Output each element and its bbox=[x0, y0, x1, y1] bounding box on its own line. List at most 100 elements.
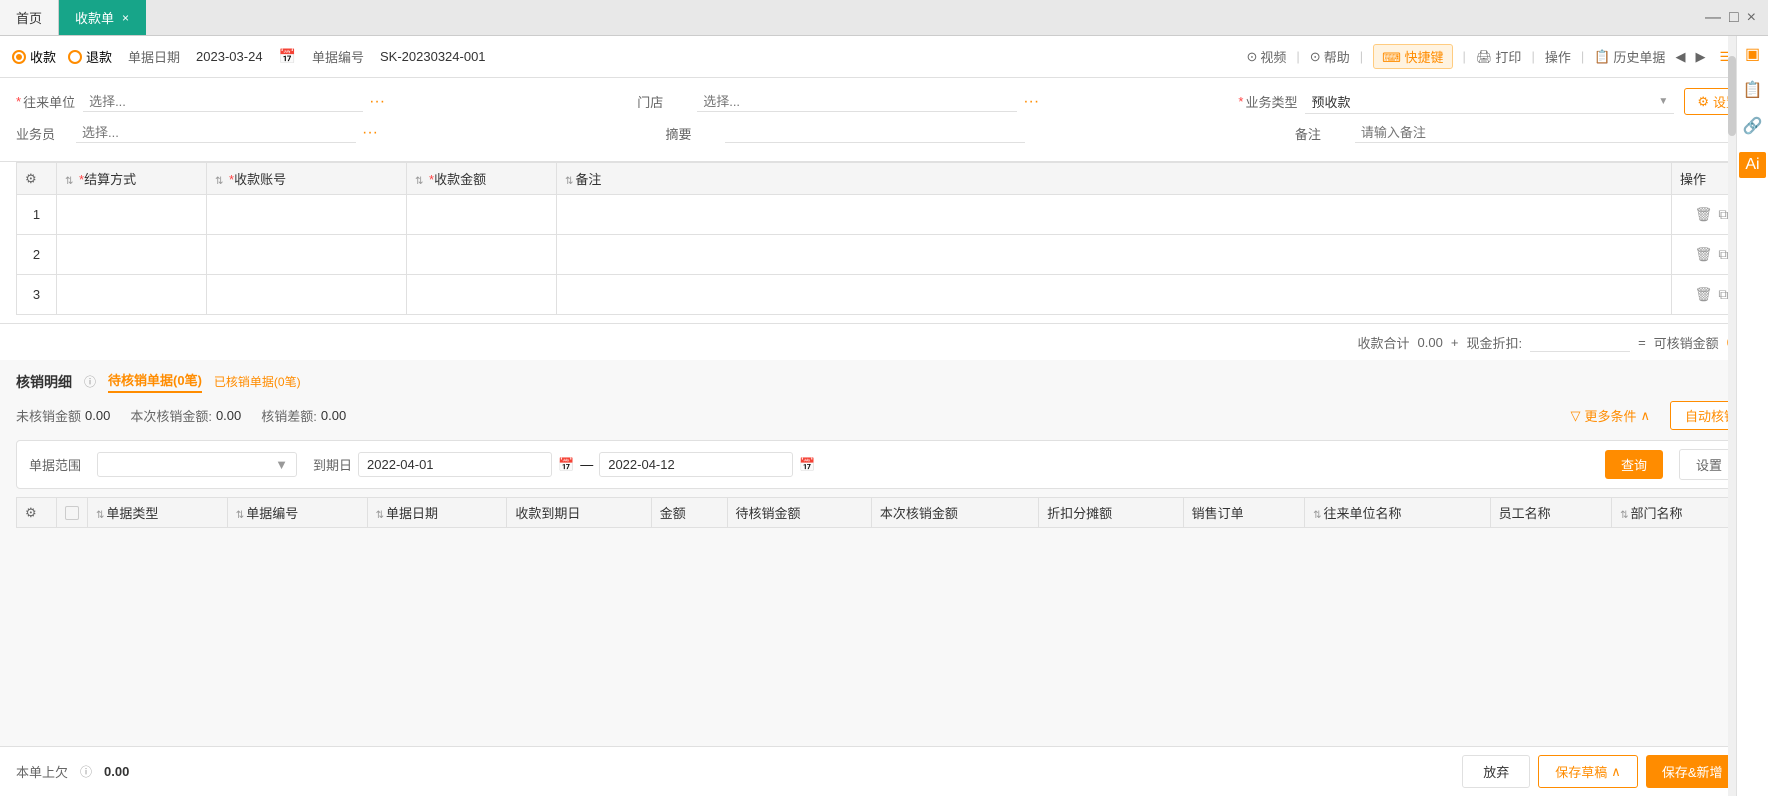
business-type-field: * 业务类型 预收款 ▼ bbox=[1238, 90, 1674, 114]
end-date-input[interactable] bbox=[599, 452, 793, 477]
table-gear-icon[interactable]: ⚙ bbox=[25, 171, 37, 186]
arrow-left-button[interactable]: ◀ bbox=[1675, 49, 1685, 65]
calendar-icon-2[interactable]: 📅 bbox=[799, 457, 815, 473]
top-toolbar: 收款 退款 单据日期 2023-03-24 📅 单据编号 SK-20230324… bbox=[0, 36, 1768, 78]
pending-tab[interactable]: 待核销单据(0笔) bbox=[108, 370, 202, 393]
receipt-radio[interactable]: 收款 bbox=[12, 47, 56, 66]
save-draft-button[interactable]: 保存草稿 ∧ bbox=[1538, 755, 1638, 788]
store-ellipsis[interactable]: ··· bbox=[1017, 93, 1045, 111]
bottom-gear-icon[interactable]: ⚙ bbox=[25, 505, 37, 520]
gear-col-bottom: ⚙ bbox=[17, 498, 57, 528]
video-icon: ⊙ bbox=[1246, 49, 1257, 65]
amount-cell-3[interactable] bbox=[407, 275, 557, 315]
amount-cell-1[interactable] bbox=[407, 195, 557, 235]
range-label: 单据范围 bbox=[29, 455, 81, 474]
sidebar-icon-1[interactable]: ▣ bbox=[1745, 44, 1760, 64]
remark-cell-3[interactable] bbox=[557, 275, 1672, 315]
current-value: 0.00 bbox=[216, 408, 241, 423]
chevron-down-icon: ▼ bbox=[1658, 96, 1668, 107]
settle-method-cell-2[interactable] bbox=[57, 235, 207, 275]
salesperson-ellipsis[interactable]: ··· bbox=[356, 124, 384, 142]
query-button[interactable]: 查询 bbox=[1605, 450, 1663, 479]
remark-cell-2[interactable] bbox=[557, 235, 1672, 275]
range-select[interactable]: ▼ bbox=[97, 452, 297, 477]
account-cell-2[interactable] bbox=[207, 235, 407, 275]
select-all-checkbox[interactable] bbox=[65, 506, 79, 520]
gear-icon: ⚙ bbox=[1697, 94, 1709, 110]
partner-label: 往来单位 bbox=[23, 92, 83, 111]
tab-home[interactable]: 首页 bbox=[0, 0, 59, 35]
business-type-label: 业务类型 bbox=[1245, 92, 1305, 111]
required-star-2: * bbox=[1238, 94, 1243, 109]
history-button[interactable]: 📋 历史单据 bbox=[1594, 47, 1665, 66]
salesperson-label: 业务员 bbox=[16, 124, 76, 143]
start-date-input[interactable] bbox=[358, 452, 552, 477]
maximize-button[interactable]: □ bbox=[1729, 9, 1739, 27]
toolbar-right: ⊙ 视频 | ⊙ 帮助 | ⌨ 快捷键 | 🖨 打印 | 操作 | bbox=[1246, 44, 1756, 69]
verify-section: 核销明细 ⓘ 待核销单据(0笔) 已核销单据(0笔) 未核销金额 0.00 本次… bbox=[0, 360, 1768, 746]
delete-icon-1[interactable]: 🗑 bbox=[1695, 206, 1713, 223]
summary-label: 摘要 bbox=[665, 124, 725, 143]
settle-method-cell-3[interactable] bbox=[57, 275, 207, 315]
sidebar-icon-2[interactable]: 📋 bbox=[1743, 80, 1763, 100]
calendar-icon-1[interactable]: 📅 bbox=[558, 457, 574, 473]
copy-icon-3[interactable]: ⧉ bbox=[1718, 286, 1728, 303]
verify-info-icon[interactable]: ⓘ bbox=[84, 373, 96, 390]
sidebar-icon-4[interactable]: Ai bbox=[1739, 152, 1765, 178]
abandon-button[interactable]: 放弃 bbox=[1462, 755, 1530, 788]
amount-col-b: 金额 bbox=[651, 498, 727, 528]
account-cell-3[interactable] bbox=[207, 275, 407, 315]
operation-button[interactable]: 操作 bbox=[1545, 47, 1571, 66]
discount-label: 现金折扣: bbox=[1466, 333, 1522, 352]
remark-cell-1[interactable] bbox=[557, 195, 1672, 235]
help-button[interactable]: ⊙ 帮助 bbox=[1310, 47, 1350, 66]
copy-icon-2[interactable]: ⧉ bbox=[1718, 246, 1728, 263]
pending-amount-col: 待核销金额 bbox=[727, 498, 871, 528]
window-close-button[interactable]: × bbox=[1747, 9, 1756, 27]
print-button[interactable]: 🖨 打印 bbox=[1476, 47, 1522, 66]
shortcut-button[interactable]: ⌨ 快捷键 bbox=[1373, 44, 1452, 69]
copy-icon-1[interactable]: ⧉ bbox=[1718, 206, 1728, 223]
equals-sign: = bbox=[1638, 335, 1646, 350]
refund-radio[interactable]: 退款 bbox=[68, 47, 112, 66]
plus-sign: + bbox=[1451, 335, 1459, 350]
row-num-1: 1 bbox=[17, 195, 57, 235]
calendar-icon[interactable]: 📅 bbox=[279, 48, 296, 65]
amount-cell-2[interactable] bbox=[407, 235, 557, 275]
remark-input[interactable] bbox=[1355, 123, 1752, 143]
done-tab[interactable]: 已核销单据(0笔) bbox=[214, 373, 301, 390]
number-label: 单据编号 bbox=[312, 47, 364, 66]
data-table: ⚙ ⇅ *结算方式 ⇅ *收款账号 ⇅ *收款金额 ⇅备 bbox=[16, 162, 1752, 315]
minimize-button[interactable]: — bbox=[1705, 9, 1721, 27]
partner-input[interactable] bbox=[83, 92, 363, 112]
unverified-stat: 未核销金额 0.00 bbox=[16, 406, 110, 425]
verify-title: 核销明细 bbox=[16, 372, 72, 392]
settle-method-cell-1[interactable] bbox=[57, 195, 207, 235]
delete-icon-2[interactable]: 🗑 bbox=[1695, 246, 1713, 263]
business-type-select[interactable]: 预收款 ▼ bbox=[1305, 90, 1674, 114]
discount-input[interactable] bbox=[1530, 332, 1630, 352]
current-label: 本次核销金额: bbox=[130, 406, 212, 425]
gear-col: ⚙ bbox=[17, 163, 57, 195]
chevron-up-icon: ∧ bbox=[1640, 408, 1650, 424]
partner-ellipsis[interactable]: ··· bbox=[363, 93, 391, 111]
video-button[interactable]: ⊙ 视频 bbox=[1246, 47, 1286, 66]
balance-info-icon[interactable]: ⓘ bbox=[80, 763, 92, 780]
history-icon: 📋 bbox=[1594, 49, 1610, 65]
dropdown-icon-1[interactable]: ∧ bbox=[1611, 764, 1621, 780]
more-filters-button[interactable]: ▽ 更多条件 ∧ bbox=[1570, 406, 1650, 425]
store-input[interactable] bbox=[697, 92, 1017, 112]
delete-icon-3[interactable]: 🗑 bbox=[1695, 286, 1713, 303]
arrow-right-button[interactable]: ▶ bbox=[1695, 49, 1705, 65]
sidebar-icon-3[interactable]: 🔗 bbox=[1743, 116, 1763, 136]
account-cell-1[interactable] bbox=[207, 195, 407, 235]
tab-receipt[interactable]: 收款单 × bbox=[59, 0, 146, 35]
diff-value: 0.00 bbox=[321, 408, 346, 423]
current-stat: 本次核销金额: 0.00 bbox=[130, 406, 241, 425]
bottom-table: ⚙ ⇅单据类型 ⇅单据编号 ⇅单据日期 收款到期日 金额 bbox=[16, 497, 1752, 528]
scroll-thumb[interactable] bbox=[1728, 56, 1736, 136]
row-num-3: 3 bbox=[17, 275, 57, 315]
tab-close-icon[interactable]: × bbox=[122, 11, 129, 25]
summary-input[interactable] bbox=[725, 123, 1025, 143]
salesperson-input[interactable] bbox=[76, 123, 356, 143]
